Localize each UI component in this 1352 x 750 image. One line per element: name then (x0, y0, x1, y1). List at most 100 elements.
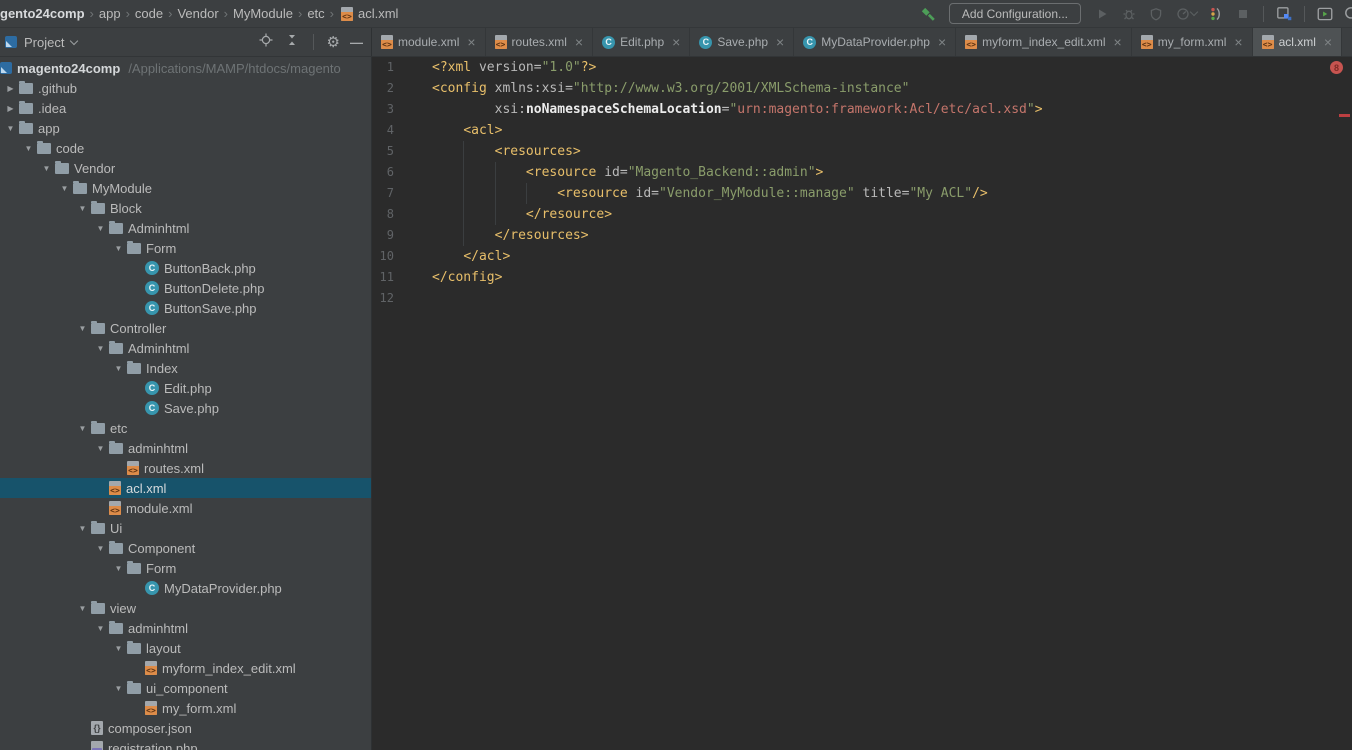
tree-expand-icon[interactable]: ▼ (110, 644, 127, 653)
line-number[interactable]: 1 (372, 57, 394, 78)
tree-item-Index[interactable]: ▼ Index (0, 358, 371, 378)
tree-item-etc[interactable]: ▼ etc (0, 418, 371, 438)
tree-item-myform_index_edit.xml[interactable]: myform_index_edit.xml (0, 658, 371, 678)
tree-item-Save.php[interactable]: C Save.php (0, 398, 371, 418)
code-line[interactable]: <resources> (432, 141, 1338, 162)
breadcrumb-item[interactable]: code (132, 6, 166, 21)
breadcrumb-item[interactable]: Vendor (174, 6, 221, 21)
tree-expand-icon[interactable]: ▼ (92, 544, 109, 553)
tab-Save.php[interactable]: C Save.php × (690, 28, 795, 56)
tree-item-.github[interactable]: ▶ .github (0, 78, 371, 98)
editor-gutter[interactable]: 1 2 3 4 5 6 7 8 9 10 11 12 (372, 57, 394, 309)
tree-item-MyModule[interactable]: ▼ MyModule (0, 178, 371, 198)
tree-item-Adminhtml[interactable]: ▼ Adminhtml (0, 218, 371, 238)
tree-expand-icon[interactable]: ▼ (92, 444, 109, 453)
tree-expand-icon[interactable]: ▼ (110, 364, 127, 373)
tree-item-ButtonDelete.php[interactable]: C ButtonDelete.php (0, 278, 371, 298)
tree-item-composer.json[interactable]: {} composer.json (0, 718, 371, 738)
error-badge[interactable]: 8 (1330, 61, 1343, 74)
tree-expand-icon[interactable]: ▼ (38, 164, 55, 173)
tab-routes.xml[interactable]: routes.xml × (486, 28, 594, 56)
breadcrumb-item[interactable]: MyModule (230, 6, 296, 21)
tree-expand-icon[interactable]: ▼ (74, 604, 91, 613)
tab-acl.xml[interactable]: acl.xml × (1252, 28, 1343, 56)
tree-item-layout[interactable]: ▼ layout (0, 638, 371, 658)
tree-item-routes.xml[interactable]: routes.xml (0, 458, 371, 478)
line-number[interactable]: 2 (372, 78, 394, 99)
editor[interactable]: 1 2 3 4 5 6 7 8 9 10 11 12 <?xml version="1.0"?> <co… (372, 57, 1352, 750)
tab-close-icon[interactable]: × (1324, 35, 1332, 49)
line-number[interactable]: 10 (372, 246, 394, 267)
tree-expand-icon[interactable]: ▼ (110, 684, 127, 693)
tree-item-Vendor[interactable]: ▼ Vendor (0, 158, 371, 178)
chevron-down-icon[interactable] (70, 36, 79, 45)
attach-debugger-icon[interactable] (1206, 4, 1226, 24)
tree-item-module.xml[interactable]: module.xml (0, 498, 371, 518)
tree-expand-icon[interactable]: ▼ (74, 324, 91, 333)
breadcrumb-item[interactable]: gento24comp (0, 6, 88, 21)
tree-item-Form[interactable]: ▼ Form (0, 238, 371, 258)
breadcrumb-item[interactable]: etc (304, 6, 327, 21)
tree-item-view[interactable]: ▼ view (0, 598, 371, 618)
line-number[interactable]: 5 (372, 141, 394, 162)
line-number[interactable]: 7 (372, 183, 394, 204)
code-line[interactable]: </resources> (432, 225, 1338, 246)
tree-item-Ui[interactable]: ▼ Ui (0, 518, 371, 538)
build-hammer-icon[interactable] (918, 4, 938, 24)
tree-item-Block[interactable]: ▼ Block (0, 198, 371, 218)
tree-expand-icon[interactable]: ▼ (74, 204, 91, 213)
tree-item-Edit.php[interactable]: C Edit.php (0, 378, 371, 398)
tree-item-Adminhtml[interactable]: ▼ Adminhtml (0, 338, 371, 358)
tree-item-adminhtml[interactable]: ▼ adminhtml (0, 618, 371, 638)
tree-item-my_form.xml[interactable]: my_form.xml (0, 698, 371, 718)
error-stripe-mark[interactable] (1339, 114, 1350, 117)
tree-expand-icon[interactable]: ▼ (92, 624, 109, 633)
tree-expand-icon[interactable]: ▼ (92, 344, 109, 353)
tree-item-Controller[interactable]: ▼ Controller (0, 318, 371, 338)
line-number[interactable]: 8 (372, 204, 394, 225)
line-number[interactable]: 6 (372, 162, 394, 183)
line-number[interactable]: 9 (372, 225, 394, 246)
code-line[interactable] (432, 288, 1338, 309)
locate-file-button[interactable] (258, 32, 274, 53)
breadcrumb-item[interactable]: acl.xml (355, 6, 401, 21)
hide-panel-button[interactable]: — (350, 36, 363, 49)
tree-expand-icon[interactable]: ▼ (20, 144, 37, 153)
code-line[interactable]: <resource id="Vendor_MyModule::manage" t… (432, 183, 1338, 204)
run-anything-icon[interactable] (1315, 4, 1335, 24)
tree-item-magento24comp[interactable]: magento24comp/Applications/MAMP/htdocs/m… (0, 58, 371, 78)
tree-item-code[interactable]: ▼ code (0, 138, 371, 158)
tab-close-icon[interactable]: × (575, 35, 583, 49)
gear-icon[interactable]: ⚙ (327, 35, 340, 50)
tree-expand-icon[interactable]: ▶ (2, 104, 19, 113)
tree-item-registration.php[interactable]: registration.php (0, 738, 371, 750)
line-number[interactable]: 4 (372, 120, 394, 141)
tree-item-adminhtml[interactable]: ▼ adminhtml (0, 438, 371, 458)
tree-item-ButtonBack.php[interactable]: C ButtonBack.php (0, 258, 371, 278)
tab-close-icon[interactable]: × (672, 35, 680, 49)
tab-Edit.php[interactable]: C Edit.php × (593, 28, 691, 56)
collapse-all-button[interactable] (284, 32, 300, 53)
code-line[interactable]: <resource id="Magento_Backend::admin"> (432, 162, 1338, 183)
tree-item-MyDataProvider.php[interactable]: C MyDataProvider.php (0, 578, 371, 598)
tree-item-Component[interactable]: ▼ Component (0, 538, 371, 558)
tab-close-icon[interactable]: × (467, 35, 475, 49)
code-line[interactable]: </config> (432, 267, 1338, 288)
tab-close-icon[interactable]: × (1114, 35, 1122, 49)
line-number[interactable]: 12 (372, 288, 394, 309)
tree-item-Form[interactable]: ▼ Form (0, 558, 371, 578)
code-line[interactable]: </resource> (432, 204, 1338, 225)
code-line[interactable]: <acl> (432, 120, 1338, 141)
code-line[interactable]: <?xml version="1.0"?> (432, 57, 1338, 78)
tree-item-app[interactable]: ▼ app (0, 118, 371, 138)
code-line[interactable]: <config xmlns:xsi="http://www.w3.org/200… (432, 78, 1338, 99)
tab-my_form.xml[interactable]: my_form.xml × (1132, 28, 1253, 56)
tree-expand-icon[interactable]: ▶ (2, 84, 19, 93)
tab-myform_index_edit.xml[interactable]: myform_index_edit.xml × (956, 28, 1132, 56)
breadcrumb-item[interactable]: app (96, 6, 124, 21)
tree-item-.idea[interactable]: ▶ .idea (0, 98, 371, 118)
code-line[interactable]: </acl> (432, 246, 1338, 267)
line-number[interactable]: 3 (372, 99, 394, 120)
tab-close-icon[interactable]: × (1234, 35, 1242, 49)
tab-MyDataProvider.php[interactable]: C MyDataProvider.php × (794, 28, 957, 56)
